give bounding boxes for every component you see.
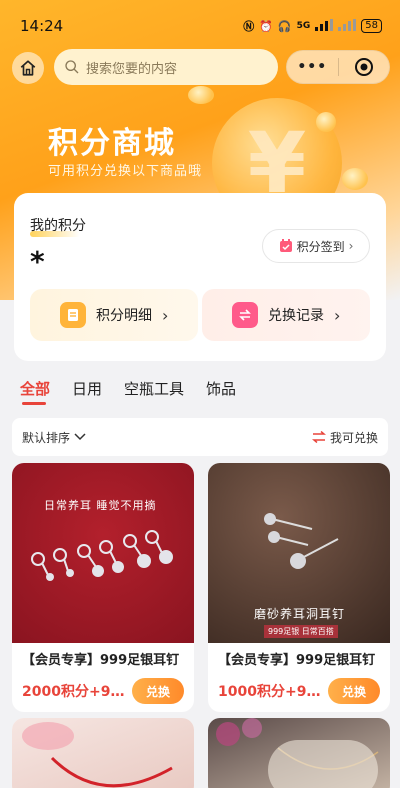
product-info: 【会员专享】999足银耳钉 1000积分+9.9元 兑换 (208, 643, 390, 712)
product-card[interactable]: 磨砂养耳洞耳钉 999足银 日常百搭 【会员专享】999足银耳钉 1000积分+… (208, 463, 390, 712)
product-title: 【会员专享】999足银耳钉 (22, 653, 180, 668)
product-card[interactable] (12, 718, 194, 788)
chevron-right-icon: › (348, 239, 354, 253)
product-card[interactable]: 日常养耳 睡觉不用摘 【会员专享】999足银耳钉 2000积分+9.9元 兑换 (12, 463, 194, 712)
close-miniprogram-button[interactable] (338, 51, 389, 83)
necklace-image (216, 718, 379, 788)
tab-bottles-tools[interactable]: 空瓶工具 (124, 378, 184, 399)
category-tabs: 全部 日用 空瓶工具 饰品 (20, 378, 258, 405)
status-time: 14:24 (20, 17, 64, 35)
product-price: 1000积分+9.9元 (218, 684, 322, 700)
headphones-icon: 🎧 (277, 19, 292, 33)
image-caption: 磨砂养耳洞耳钉 (254, 607, 346, 621)
swap-icon (311, 431, 326, 443)
tab-label: 空瓶工具 (124, 380, 185, 398)
tab-all[interactable]: 全部 (20, 378, 51, 405)
home-icon (20, 60, 36, 76)
points-details-button[interactable]: 积分明细 › (30, 289, 198, 341)
earrings-image (264, 513, 339, 569)
tab-label: 日用 (72, 380, 103, 398)
status-icons: Ⓝ ⏰ 🎧 5G 58 (243, 18, 382, 34)
tab-accessories[interactable]: 饰品 (206, 378, 236, 399)
hero-title: 积分商城 (48, 126, 176, 161)
earrings-image (31, 530, 173, 581)
status-bar: 14:24 Ⓝ ⏰ 🎧 5G 58 (0, 0, 400, 52)
sort-label: 默认排序 (22, 430, 71, 445)
redeem-button[interactable]: 兑换 (132, 678, 184, 704)
signin-label: 积分签到 (296, 239, 345, 254)
chevron-down-icon (74, 433, 86, 441)
signal-icon (338, 18, 357, 34)
image-caption: 日常养耳 睡觉不用摘 (44, 499, 157, 512)
signal-icon (315, 18, 334, 34)
coin-decoration (342, 168, 368, 190)
product-footer: 2000积分+9.9元 兑换 (22, 678, 184, 704)
points-card: 我的积分 * 积分签到 › 积分明细 › 兑换记录 › (14, 193, 386, 361)
redeem-history-label: 兑换记录 (268, 308, 324, 324)
tab-daily[interactable]: 日用 (72, 378, 102, 399)
search-placeholder: 搜索您要的内容 (86, 61, 178, 77)
active-tab-indicator (22, 402, 46, 405)
tab-label: 饰品 (206, 380, 237, 398)
exchange-icon (232, 302, 258, 328)
product-image: 磨砂养耳洞耳钉 999足银 日常百搭 (208, 463, 390, 643)
product-image (12, 718, 194, 788)
product-image: 日常养耳 睡觉不用摘 (12, 463, 194, 643)
filter-label: 我可兑换 (329, 430, 378, 445)
redeemable-filter[interactable]: 我可兑换 (311, 429, 378, 446)
product-title: 【会员专享】999足银耳钉 (218, 653, 376, 668)
redeem-button[interactable]: 兑换 (328, 678, 380, 704)
chevron-right-icon: › (334, 305, 341, 325)
nfc-icon: Ⓝ (243, 20, 255, 33)
product-footer: 1000积分+9.9元 兑换 (218, 678, 380, 704)
home-button[interactable] (12, 52, 44, 84)
battery-indicator: 58 (361, 19, 382, 33)
points-label: 我的积分 (30, 218, 86, 234)
network-label: 5G (296, 21, 311, 31)
product-info: 【会员专享】999足银耳钉 2000积分+9.9元 兑换 (12, 643, 194, 712)
search-icon (65, 60, 79, 74)
points-value: * (30, 245, 45, 278)
miniprogram-capsule: ••• (286, 50, 390, 84)
sort-dropdown[interactable]: 默认排序 (22, 429, 86, 446)
signin-button[interactable]: 积分签到 › (262, 229, 370, 263)
target-icon (354, 58, 373, 76)
calendar-icon (279, 239, 292, 252)
document-icon (60, 302, 86, 328)
coin-decoration (316, 112, 336, 132)
tab-label: 全部 (20, 380, 51, 398)
alarm-icon: ⏰ (259, 19, 273, 33)
more-icon: ••• (297, 59, 328, 75)
coin-decoration (188, 86, 214, 104)
bracelet-image (22, 722, 173, 788)
product-price: 2000积分+9.9元 (22, 684, 126, 700)
product-card[interactable] (208, 718, 390, 788)
product-image (208, 718, 390, 788)
chevron-right-icon: › (162, 305, 169, 325)
sort-bar: 默认排序 我可兑换 (12, 418, 388, 456)
points-details-label: 积分明细 (96, 308, 152, 324)
redeem-history-button[interactable]: 兑换记录 › (202, 289, 370, 341)
hero-subtitle: 可用积分兑换以下商品哦 (48, 164, 203, 179)
more-button[interactable]: ••• (287, 51, 338, 83)
search-input[interactable]: 搜索您要的内容 (54, 49, 278, 85)
image-subcaption: 999足银 日常百搭 (264, 625, 338, 638)
